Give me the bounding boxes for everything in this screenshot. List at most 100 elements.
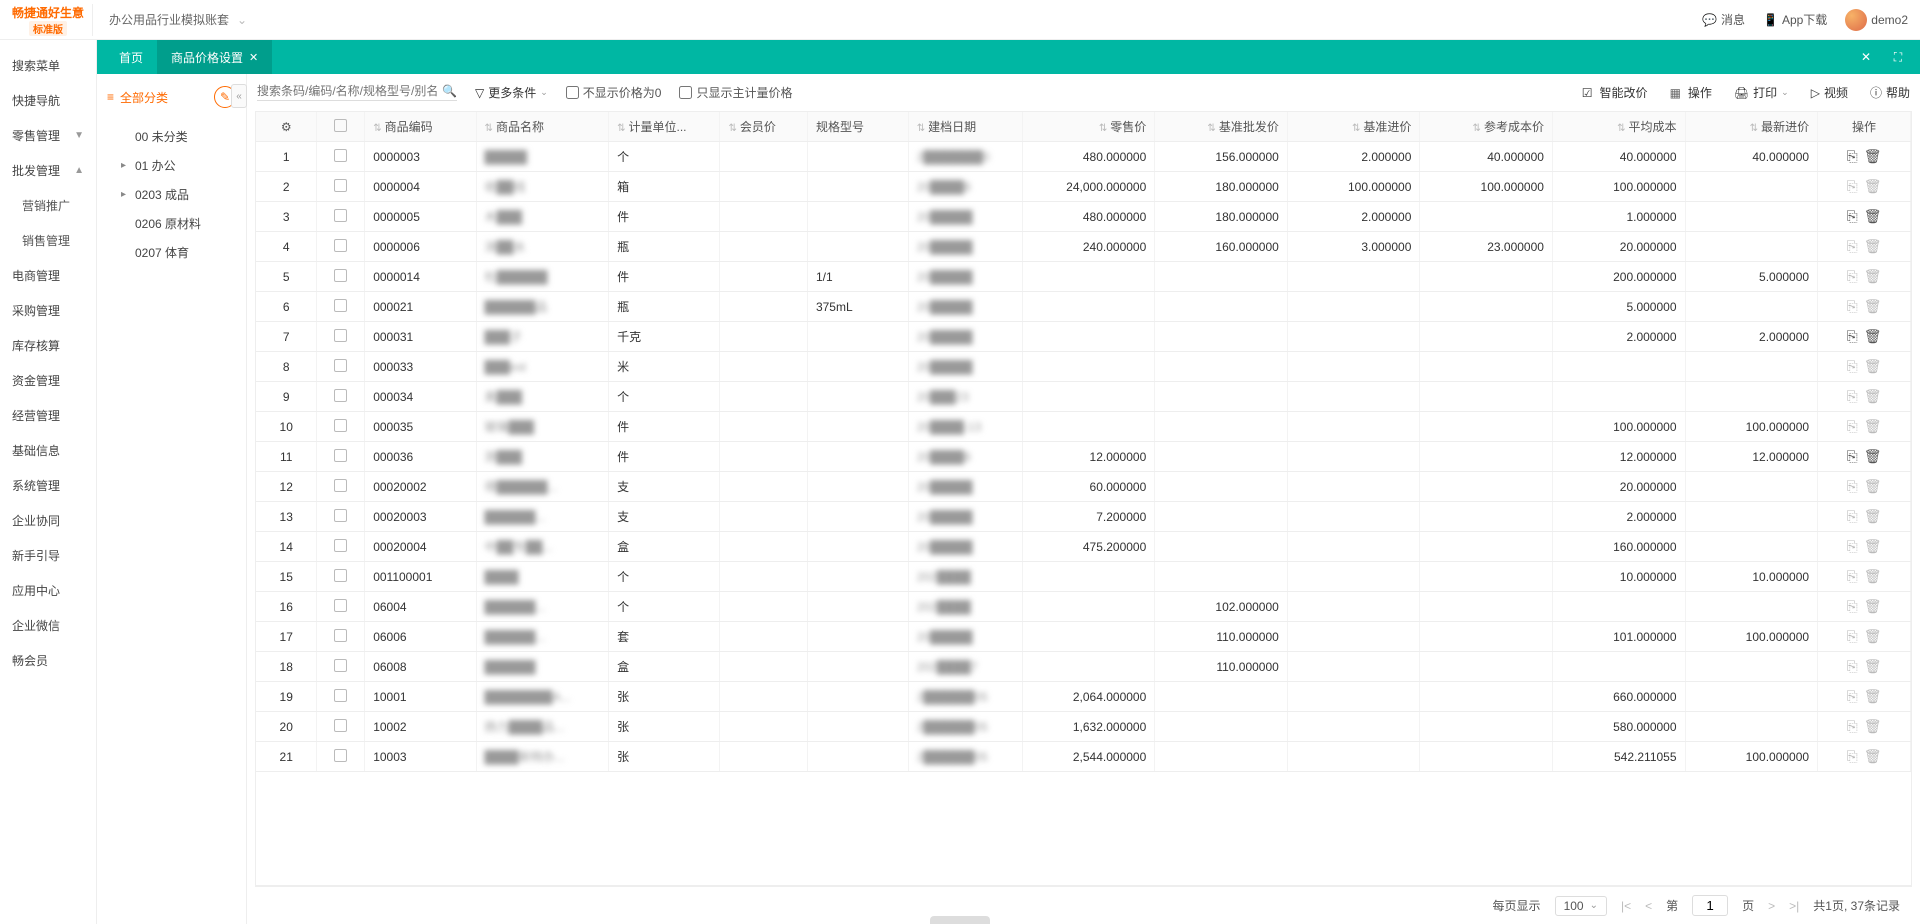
sidebar-item[interactable]: 采购管理 (0, 293, 96, 328)
delete-icon[interactable]: 🗑 (1864, 598, 1882, 615)
workspace-selector[interactable]: 办公用品行业模拟账套 ⌄ (109, 11, 247, 28)
only-main-input[interactable] (679, 86, 692, 99)
cell-checkbox[interactable] (317, 652, 365, 682)
col-retail[interactable]: ⇅零售价 (1022, 112, 1155, 142)
operations-button[interactable]: 操作 (1670, 84, 1712, 101)
table-row[interactable]: 11000036测███件20████812.00000012.00000012… (256, 442, 1911, 472)
category-item[interactable]: 00 未分类 (103, 122, 240, 151)
messages-button[interactable]: 💬 消息 (1702, 11, 1745, 28)
table-row[interactable]: 40000006消██水瓶20█████240.000000160.000000… (256, 232, 1911, 262)
checkbox-icon[interactable] (334, 269, 347, 282)
checkbox-icon[interactable] (334, 479, 347, 492)
collapse-panel-button[interactable]: « (231, 84, 247, 108)
table-row[interactable]: 6000021██████品瓶375mL20█████5.000000⎘🗑 (256, 292, 1911, 322)
sidebar-item[interactable]: 营销推广 (0, 188, 96, 223)
bottom-drawer-handle[interactable] (930, 916, 990, 924)
close-icon[interactable]: ✕ (249, 51, 258, 64)
table-row[interactable]: 2010002扬力████品...张2██████051,632.0000005… (256, 712, 1911, 742)
checkbox-icon[interactable] (334, 629, 347, 642)
col-gear[interactable]: ⚙ (256, 112, 317, 142)
checkbox-icon[interactable] (334, 239, 347, 252)
cell-checkbox[interactable] (317, 262, 365, 292)
delete-icon[interactable]: 🗑 (1864, 268, 1882, 285)
col-checkbox[interactable] (317, 112, 365, 142)
copy-icon[interactable]: ⎘ (1847, 658, 1858, 675)
delete-icon[interactable]: 🗑 (1864, 688, 1882, 705)
checkbox-icon[interactable] (334, 359, 347, 372)
copy-icon[interactable]: ⎘ (1847, 508, 1858, 525)
checkbox-icon[interactable] (334, 329, 347, 342)
cell-checkbox[interactable] (317, 622, 365, 652)
delete-icon[interactable]: 🗑 (1864, 148, 1882, 165)
col-spec[interactable]: 规格型号 (807, 112, 908, 142)
checkbox-icon[interactable] (334, 599, 347, 612)
checkbox-icon[interactable] (334, 119, 347, 132)
checkbox-icon[interactable] (334, 419, 347, 432)
sidebar-item[interactable]: 系统管理 (0, 468, 96, 503)
delete-icon[interactable]: 🗑 (1864, 298, 1882, 315)
copy-icon[interactable]: ⎘ (1847, 268, 1858, 285)
table-row[interactable]: 15001100001████个202████10.00000010.00000… (256, 562, 1911, 592)
copy-icon[interactable]: ⎘ (1847, 238, 1858, 255)
search-input[interactable] (257, 84, 442, 98)
delete-icon[interactable]: 🗑 (1864, 448, 1882, 465)
category-item[interactable]: ▸01 办公 (103, 151, 240, 180)
copy-icon[interactable]: ⎘ (1847, 748, 1858, 765)
cell-checkbox[interactable] (317, 382, 365, 412)
table-row[interactable]: 9000034奥███个20███23⎘🗑 (256, 382, 1911, 412)
copy-icon[interactable]: ⎘ (1847, 358, 1858, 375)
table-row[interactable]: 20000004收██线箱20████824,000.000000180.000… (256, 172, 1911, 202)
table-row[interactable]: 1706006██████...套20█████110.000000101.00… (256, 622, 1911, 652)
copy-icon[interactable]: ⎘ (1847, 208, 1858, 225)
cell-checkbox[interactable] (317, 202, 365, 232)
hide-zero-input[interactable] (566, 86, 579, 99)
cell-checkbox[interactable] (317, 232, 365, 262)
cell-checkbox[interactable] (317, 352, 365, 382)
copy-icon[interactable]: ⎘ (1847, 448, 1858, 465)
delete-icon[interactable]: 🗑 (1864, 328, 1882, 345)
col-date[interactable]: ⇅建档日期 (908, 112, 1022, 142)
table-row[interactable]: 1806008██████盒202████7110.000000⎘🗑 (256, 652, 1911, 682)
cell-checkbox[interactable] (317, 742, 365, 772)
checkbox-icon[interactable] (334, 539, 347, 552)
copy-icon[interactable]: ⎘ (1847, 568, 1858, 585)
table-row[interactable]: 7000031███子千克20█████2.0000002.000000⎘🗑 (256, 322, 1911, 352)
only-main-checkbox[interactable]: 只显示主计量价格 (679, 84, 792, 101)
cell-checkbox[interactable] (317, 472, 365, 502)
category-item[interactable]: ▸0203 成品 (103, 180, 240, 209)
sidebar-item[interactable]: 快捷导航 (0, 83, 96, 118)
category-item[interactable]: 0206 原材料 (103, 209, 240, 238)
cell-checkbox[interactable] (317, 142, 365, 172)
smart-price-button[interactable]: 智能改价 (1582, 84, 1648, 101)
copy-icon[interactable]: ⎘ (1847, 538, 1858, 555)
checkbox-icon[interactable] (334, 209, 347, 222)
delete-icon[interactable]: 🗑 (1864, 538, 1882, 555)
table-row[interactable]: 1300020003██████...支20█████7.2000002.000… (256, 502, 1911, 532)
cell-checkbox[interactable] (317, 292, 365, 322)
help-button[interactable]: ⓘ帮助 (1870, 84, 1910, 101)
checkbox-icon[interactable] (334, 509, 347, 522)
delete-icon[interactable]: 🗑 (1864, 628, 1882, 645)
copy-icon[interactable]: ⎘ (1847, 628, 1858, 645)
table-row[interactable]: 1400020004中██专██...盒20█████475.200000160… (256, 532, 1911, 562)
cell-checkbox[interactable] (317, 532, 365, 562)
sidebar-item[interactable]: 基础信息 (0, 433, 96, 468)
table-row[interactable]: 1606004██████...个202████102.000000⎘🗑 (256, 592, 1911, 622)
checkbox-icon[interactable] (334, 389, 347, 402)
sidebar-item[interactable]: 销售管理 (0, 223, 96, 258)
cell-checkbox[interactable] (317, 562, 365, 592)
sidebar-item[interactable]: 零售管理▼ (0, 118, 96, 153)
delete-icon[interactable]: 🗑 (1864, 658, 1882, 675)
page-input[interactable] (1692, 895, 1728, 916)
sidebar-item[interactable]: 经营管理 (0, 398, 96, 433)
delete-icon[interactable]: 🗑 (1864, 718, 1882, 735)
sidebar-item[interactable]: 新手引导 (0, 538, 96, 573)
copy-icon[interactable]: ⎘ (1847, 298, 1858, 315)
copy-icon[interactable]: ⎘ (1847, 178, 1858, 195)
first-page-button[interactable]: |< (1621, 899, 1631, 913)
checkbox-icon[interactable] (334, 689, 347, 702)
col-refcost[interactable]: ⇅参考成本价 (1420, 112, 1553, 142)
sidebar-item[interactable]: 资金管理 (0, 363, 96, 398)
copy-icon[interactable]: ⎘ (1847, 688, 1858, 705)
prev-page-button[interactable]: < (1645, 899, 1652, 913)
